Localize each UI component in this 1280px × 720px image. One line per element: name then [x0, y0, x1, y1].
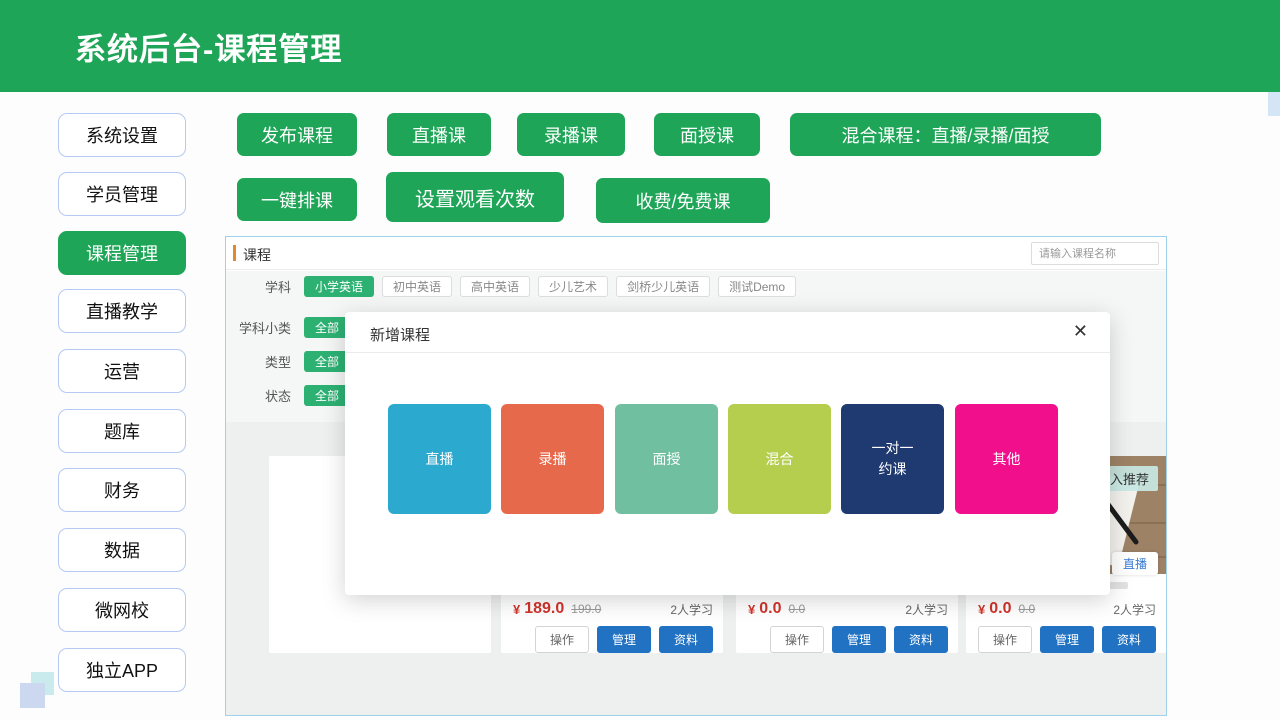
course-type-label-line2: 约课	[879, 459, 907, 480]
manage-button[interactable]: 管理	[832, 626, 886, 653]
sidebar-item-finance[interactable]: 财务	[58, 468, 186, 512]
operate-button[interactable]: 操作	[535, 626, 589, 653]
recorded-course-button[interactable]: 录播课	[517, 113, 625, 156]
panel-accent-bar	[233, 245, 236, 261]
filter-chip-junior-english[interactable]: 初中英语	[382, 276, 452, 297]
panel-title: 课程	[243, 245, 271, 265]
live-course-button[interactable]: 直播课	[387, 113, 491, 156]
course-type-other[interactable]: 其他	[955, 404, 1058, 514]
filter-chip-primary-english[interactable]: 小学英语	[304, 276, 374, 297]
currency-symbol: ¥	[748, 602, 755, 617]
sidebar-item-micro-school[interactable]: 微网校	[58, 588, 186, 632]
price-row: ¥ 189.0 199.0 2人学习	[513, 598, 713, 620]
panel-header: 课程	[226, 237, 1166, 270]
course-old-price: 0.0	[1018, 602, 1035, 616]
modal-title: 新增课程	[370, 324, 430, 345]
filter-label-subject: 学科	[226, 277, 291, 296]
manage-button[interactable]: 管理	[1040, 626, 1094, 653]
sidebar-item-standalone-app[interactable]: 独立APP	[58, 648, 186, 692]
course-actions: 操作 管理 资料	[535, 626, 713, 653]
operate-button[interactable]: 操作	[978, 626, 1032, 653]
sidebar-item-system-settings[interactable]: 系统设置	[58, 113, 186, 157]
students-count: 2人学习	[1113, 601, 1156, 618]
mixed-course-button[interactable]: 混合课程：直播/录播/面授	[790, 113, 1101, 156]
course-type-label: 录播	[539, 449, 567, 470]
page-title: 系统后台-课程管理	[75, 24, 342, 69]
page: 系统后台-课程管理 系统设置 学员管理 课程管理 直播教学 运营 题库 财务 数…	[0, 0, 1280, 720]
manage-button[interactable]: 管理	[597, 626, 651, 653]
price-row: ¥ 0.0 0.0 2人学习	[748, 598, 948, 620]
filter-label-status: 状态	[226, 386, 291, 405]
currency-symbol: ¥	[978, 602, 985, 617]
students-count: 2人学习	[670, 601, 713, 618]
filter-chip-status-all[interactable]: 全部	[304, 385, 350, 406]
course-type-label: 直播	[426, 449, 454, 470]
add-course-modal: 新增课程 ✕ 直播 录播 面授 混合 一对一 约课 其他	[345, 312, 1110, 595]
course-type-label: 一对一	[872, 438, 914, 459]
course-actions: 操作 管理 资料	[770, 626, 948, 653]
close-icon[interactable]: ✕	[1073, 322, 1088, 340]
course-type-mixed[interactable]: 混合	[728, 404, 831, 514]
modal-divider	[345, 352, 1110, 353]
course-type-label: 其他	[993, 449, 1021, 470]
course-price: 0.0	[989, 600, 1011, 618]
course-actions: 操作 管理 资料	[978, 626, 1156, 653]
decor-square-right	[1268, 92, 1280, 116]
one-click-scheduling-button[interactable]: 一键排课	[237, 178, 357, 221]
paid-free-course-button[interactable]: 收费/免费课	[596, 178, 770, 223]
filter-chip-type-all[interactable]: 全部	[304, 351, 350, 372]
sidebar-item-student-management[interactable]: 学员管理	[58, 172, 186, 216]
course-search-input[interactable]	[1031, 242, 1159, 265]
operate-button[interactable]: 操作	[770, 626, 824, 653]
filter-row-subject: 学科 小学英语 初中英语 高中英语 少儿艺术 剑桥少儿英语 测试Demo	[226, 275, 1166, 297]
course-type-live[interactable]: 直播	[388, 404, 491, 514]
sidebar-item-question-bank[interactable]: 题库	[58, 409, 186, 453]
material-button[interactable]: 资料	[1102, 626, 1156, 653]
course-type-label: 面授	[653, 449, 681, 470]
app-header: 系统后台-课程管理	[0, 0, 1280, 92]
course-price: 0.0	[759, 600, 781, 618]
in-person-course-button[interactable]: 面授课	[654, 113, 760, 156]
filter-chip-senior-english[interactable]: 高中英语	[460, 276, 530, 297]
course-price: 189.0	[524, 600, 564, 618]
course-type-label: 混合	[766, 449, 794, 470]
live-tag: 直播	[1112, 552, 1158, 575]
filter-label-type: 类型	[226, 352, 291, 371]
course-old-price: 199.0	[571, 602, 601, 616]
sidebar-item-operations[interactable]: 运营	[58, 349, 186, 393]
filter-label-subcategory: 学科小类	[226, 318, 291, 337]
currency-symbol: ¥	[513, 602, 520, 617]
filter-chip-children-art[interactable]: 少儿艺术	[538, 276, 608, 297]
publish-course-button[interactable]: 发布课程	[237, 113, 357, 156]
decor-square-blue	[20, 683, 45, 708]
filter-chip-subcategory-all[interactable]: 全部	[304, 317, 350, 338]
sidebar-item-data[interactable]: 数据	[58, 528, 186, 572]
sidebar-item-live-teaching[interactable]: 直播教学	[58, 289, 186, 333]
set-view-count-button[interactable]: 设置观看次数	[386, 172, 564, 222]
filter-chip-test-demo[interactable]: 测试Demo	[718, 276, 796, 297]
filter-chip-cambridge-children-english[interactable]: 剑桥少儿英语	[616, 276, 710, 297]
students-count: 2人学习	[905, 601, 948, 618]
course-type-recorded[interactable]: 录播	[501, 404, 604, 514]
course-old-price: 0.0	[788, 602, 805, 616]
material-button[interactable]: 资料	[894, 626, 948, 653]
course-type-one-on-one[interactable]: 一对一 约课	[841, 404, 944, 514]
course-type-in-person[interactable]: 面授	[615, 404, 718, 514]
price-row: ¥ 0.0 0.0 2人学习	[978, 598, 1156, 620]
sidebar-item-course-management[interactable]: 课程管理	[58, 231, 186, 275]
material-button[interactable]: 资料	[659, 626, 713, 653]
